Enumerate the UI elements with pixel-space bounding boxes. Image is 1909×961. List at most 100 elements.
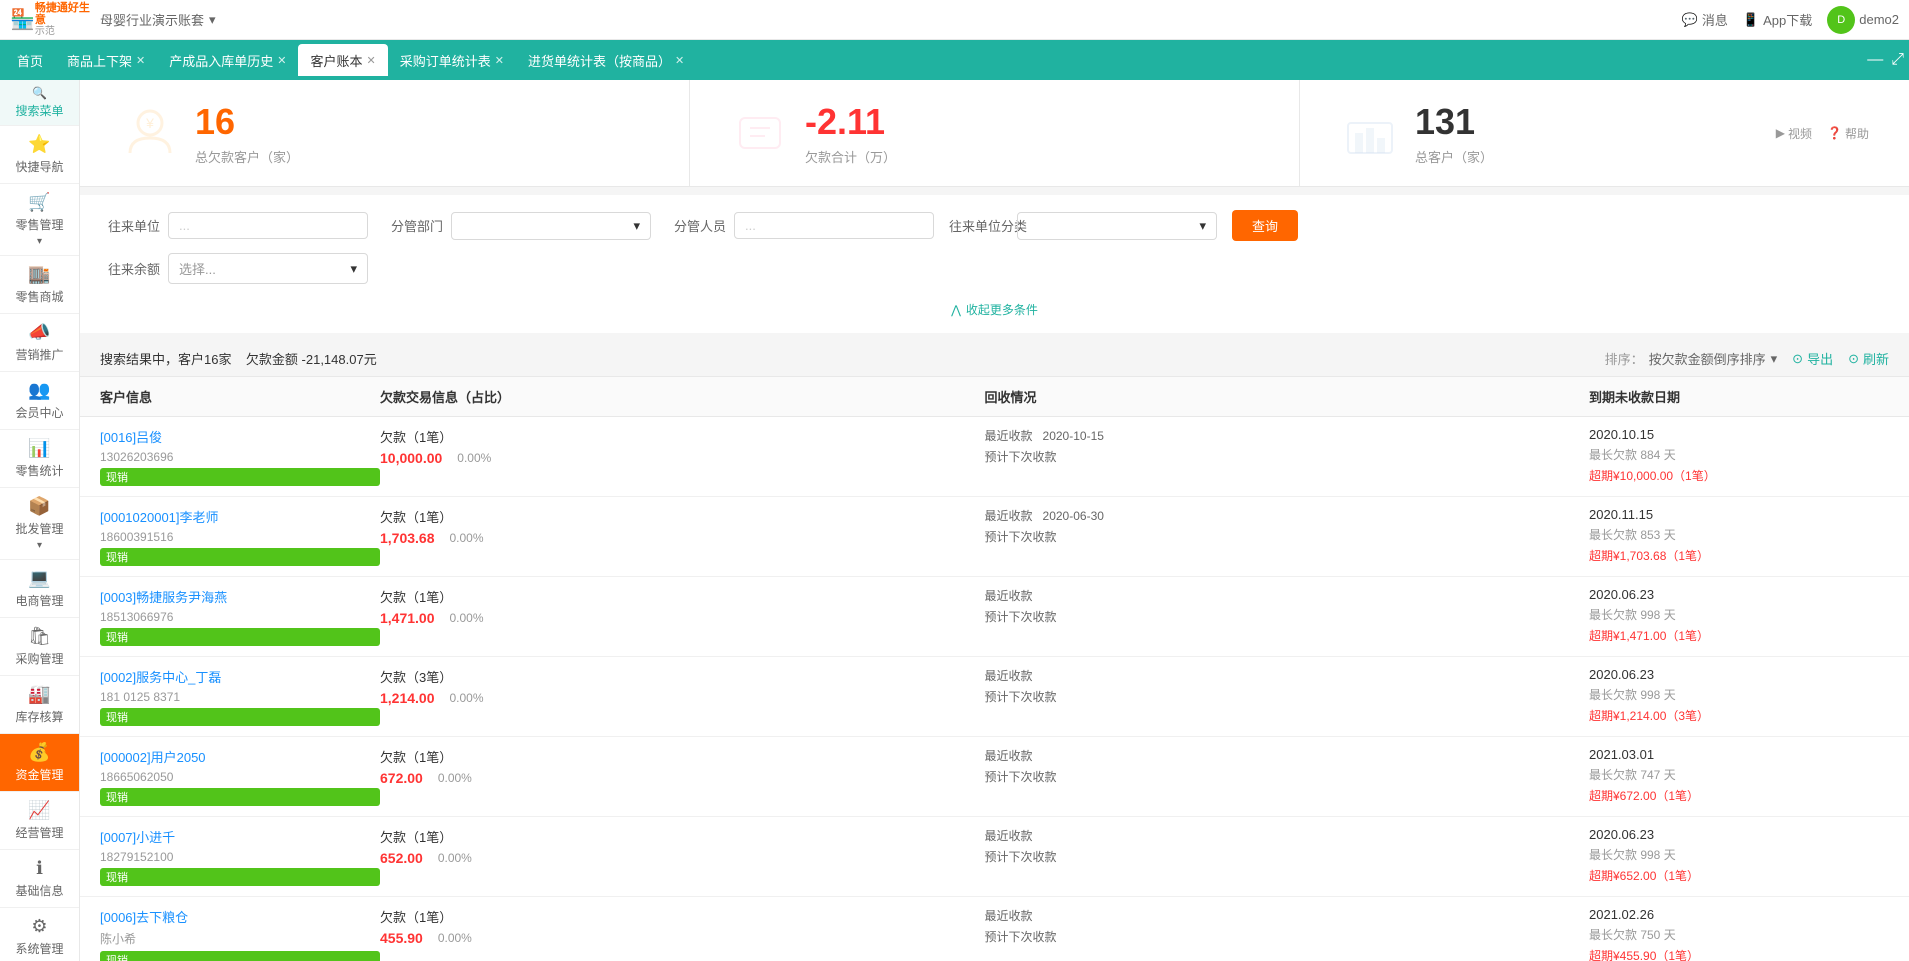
customer-name-4[interactable]: [000002]用户2050 — [100, 747, 380, 766]
department-select[interactable]: ▾ — [451, 212, 651, 240]
tab-product-history[interactable]: 产成品入库单历史 ✕ — [157, 44, 298, 76]
refresh-btn[interactable]: ⊙ 刷新 — [1848, 349, 1889, 368]
collection-info-2: 最近收款 预计下次收款 — [985, 587, 1590, 625]
overdue-link-0[interactable]: 超期¥10,000.00（1笔） — [1589, 467, 1889, 484]
col-collection: 回收情况 — [985, 387, 1590, 406]
debt-amount-label: 欠款合计（万） — [805, 147, 896, 166]
search-btn[interactable]: 查询 — [1232, 210, 1298, 241]
tab-customer-account[interactable]: 客户账本 ✕ — [298, 44, 387, 76]
tab-minimize-icon[interactable]: — — [1867, 51, 1883, 69]
messages-btn[interactable]: 💬 消息 — [1682, 10, 1728, 29]
tab-close-customer-account[interactable]: ✕ — [367, 54, 376, 67]
help-btn[interactable]: ❓ 帮助 — [1827, 125, 1869, 142]
person-dots: ... — [745, 218, 756, 233]
debt-info-1: 欠款（1笔） 1,703.68 0.00% — [380, 507, 985, 546]
user-menu[interactable]: D demo2 — [1827, 6, 1899, 34]
table-row: [0006]去下粮仓 陈小希 现销 欠款（1笔） 455.90 0.00% — [80, 897, 1909, 961]
collapse-icon: ⋀ — [951, 303, 961, 317]
debtors-number: 16 — [195, 100, 299, 143]
sort-selector[interactable]: 排序： 按欠款金额倒序排序 ▾ — [1605, 349, 1778, 368]
debt-info-4: 欠款（1笔） 672.00 0.00% — [380, 747, 985, 786]
tab-purchase-stats[interactable]: 进货单统计表（按商品） ✕ — [516, 44, 696, 76]
tab-purchase-order[interactable]: 采购订单统计表 ✕ — [388, 44, 516, 76]
customer-name-5[interactable]: [0007]小进千 — [100, 827, 380, 846]
sidebar-search[interactable]: 🔍 搜索菜单 — [0, 80, 79, 126]
collection-info-6: 最近收款 预计下次收款 — [985, 907, 1590, 945]
sidebar-item-ecommerce[interactable]: 💻 电商管理 — [0, 560, 79, 618]
col-debt-info: 欠款交易信息（占比） — [380, 387, 985, 406]
table-row: [0016]吕俊 13026203696 现销 欠款（1笔） 10,000.00… — [80, 417, 1909, 497]
chevron-down-icon: ▾ — [350, 261, 357, 277]
store-selector[interactable]: 母婴行业演示账套 ▾ — [90, 10, 226, 29]
debt-info-3: 欠款（3笔） 1,214.00 0.00% — [380, 667, 985, 706]
from-unit-dots: ... — [179, 218, 190, 233]
sidebar-item-retail-mall[interactable]: 🏬 零售商城 — [0, 256, 79, 314]
tab-product-off[interactable]: 商品上下架 ✕ — [55, 44, 157, 76]
overdue-link-1[interactable]: 超期¥1,703.68（1笔） — [1589, 547, 1889, 564]
customer-info-6: [0006]去下粮仓 陈小希 现销 — [100, 907, 380, 961]
sidebar-item-purchase[interactable]: 🛍 采购管理 — [0, 618, 79, 676]
sidebar-item-retail-stats[interactable]: 📊 零售统计 — [0, 430, 79, 488]
balance-select[interactable]: 选择... ▾ — [168, 253, 368, 284]
debtors-icon: ¥ — [120, 103, 180, 163]
sidebar-item-batch-mgmt[interactable]: 📦 批发管理 ▾ — [0, 488, 79, 560]
customer-name-1[interactable]: [0001020001]李老师 — [100, 507, 380, 526]
table-row: [0007]小进千 18279152100 现销 欠款（1笔） 652.00 0… — [80, 817, 1909, 897]
collection-info-5: 最近收款 预计下次收款 — [985, 827, 1590, 865]
customer-name-6[interactable]: [0006]去下粮仓 — [100, 907, 380, 926]
finance-icon: 💰 — [28, 742, 50, 763]
customer-info-0: [0016]吕俊 13026203696 现销 — [100, 427, 380, 486]
customer-name-3[interactable]: [0002]服务中心_丁磊 — [100, 667, 380, 686]
avatar: D — [1827, 6, 1855, 34]
unit-category-select[interactable]: ▾ — [1017, 212, 1217, 240]
debt-info-5: 欠款（1笔） 652.00 0.00% — [380, 827, 985, 866]
sidebar-item-system[interactable]: ⚙ 系统管理 — [0, 908, 79, 961]
collapse-btn[interactable]: ⋀ 收起更多条件 — [100, 296, 1889, 323]
table-row: [0003]畅捷服务尹海燕 18513066976 现销 欠款（1笔） 1,47… — [80, 577, 1909, 657]
filter-department: 分管部门 ▾ — [383, 212, 651, 240]
sort-label: 按欠款金额倒序排序 — [1649, 349, 1766, 368]
debt-info-0: 欠款（1笔） 10,000.00 0.00% — [380, 427, 985, 466]
tab-home[interactable]: 首页 — [5, 44, 55, 76]
overdue-link-3[interactable]: 超期¥1,214.00（3笔） — [1589, 707, 1889, 724]
result-bar: 搜索结果中，客户16家 欠款金额 -21,148.07元 排序： 按欠款金额倒序… — [80, 341, 1909, 377]
collection-info-1: 最近收款 2020-06-30 预计下次收款 — [985, 507, 1590, 545]
overdue-link-6[interactable]: 超期¥455.90（1笔） — [1589, 947, 1889, 961]
sidebar-item-finance[interactable]: 💰 资金管理 — [0, 734, 79, 792]
overdue-link-4[interactable]: 超期¥672.00（1笔） — [1589, 787, 1889, 804]
bookmark-icon: ⭐ — [28, 134, 50, 155]
sidebar-item-business[interactable]: 📈 经营管理 — [0, 792, 79, 850]
overdue-link-5[interactable]: 超期¥652.00（1笔） — [1589, 867, 1889, 884]
tab-close-product-history[interactable]: ✕ — [277, 54, 286, 67]
sidebar-item-retail-mgmt[interactable]: 🛒 零售管理 ▾ — [0, 184, 79, 256]
sidebar-item-member[interactable]: 👥 会员中心 — [0, 372, 79, 430]
app-download-btn[interactable]: 📱 App下载 — [1743, 10, 1812, 29]
sidebar-item-inventory[interactable]: 🏭 库存核算 — [0, 676, 79, 734]
system-icon: ⚙ — [31, 916, 47, 937]
result-info: 搜索结果中，客户16家 欠款金额 -21,148.07元 — [100, 349, 377, 368]
video-btn[interactable]: ▶ 视频 — [1776, 125, 1812, 142]
export-btn[interactable]: ⊙ 导出 — [1792, 349, 1833, 368]
message-icon: 💬 — [1682, 12, 1698, 28]
ecommerce-icon: 💻 — [28, 568, 50, 589]
from-unit-input[interactable]: ... — [168, 212, 368, 239]
sidebar-item-quick-nav[interactable]: ⭐ 快捷导航 — [0, 126, 79, 184]
overdue-link-2[interactable]: 超期¥1,471.00（1笔） — [1589, 627, 1889, 644]
tab-close-purchase-stats[interactable]: ✕ — [675, 54, 684, 67]
customer-name-2[interactable]: [0003]畅捷服务尹海燕 — [100, 587, 380, 606]
chevron-down-icon: ▾ — [1771, 351, 1778, 367]
customer-name-0[interactable]: [0016]吕俊 — [100, 427, 380, 446]
total-customers-label: 总客户（家） — [1415, 147, 1493, 166]
tab-close-purchase-order[interactable]: ✕ — [495, 54, 504, 67]
tab-maximize-icon[interactable]: ⤢ — [1891, 51, 1904, 69]
overdue-info-1: 2020.11.15 最长欠款 853 天 超期¥1,703.68（1笔） — [1589, 507, 1889, 564]
overdue-info-2: 2020.06.23 最长欠款 998 天 超期¥1,471.00（1笔） — [1589, 587, 1889, 644]
overdue-info-6: 2021.02.26 最长欠款 750 天 超期¥455.90（1笔） — [1589, 907, 1889, 961]
sidebar-item-marketing[interactable]: 📣 营销推广 — [0, 314, 79, 372]
overdue-info-0: 2020.10.15 最长欠款 884 天 超期¥10,000.00（1笔） — [1589, 427, 1889, 484]
stat-debtors: ¥ 16 总欠款客户（家） — [80, 80, 690, 186]
person-input[interactable]: ... — [734, 212, 934, 239]
tab-close-product-off[interactable]: ✕ — [136, 54, 145, 67]
overdue-info-3: 2020.06.23 最长欠款 998 天 超期¥1,214.00（3笔） — [1589, 667, 1889, 724]
sidebar-item-basic-info[interactable]: ℹ 基础信息 — [0, 850, 79, 908]
